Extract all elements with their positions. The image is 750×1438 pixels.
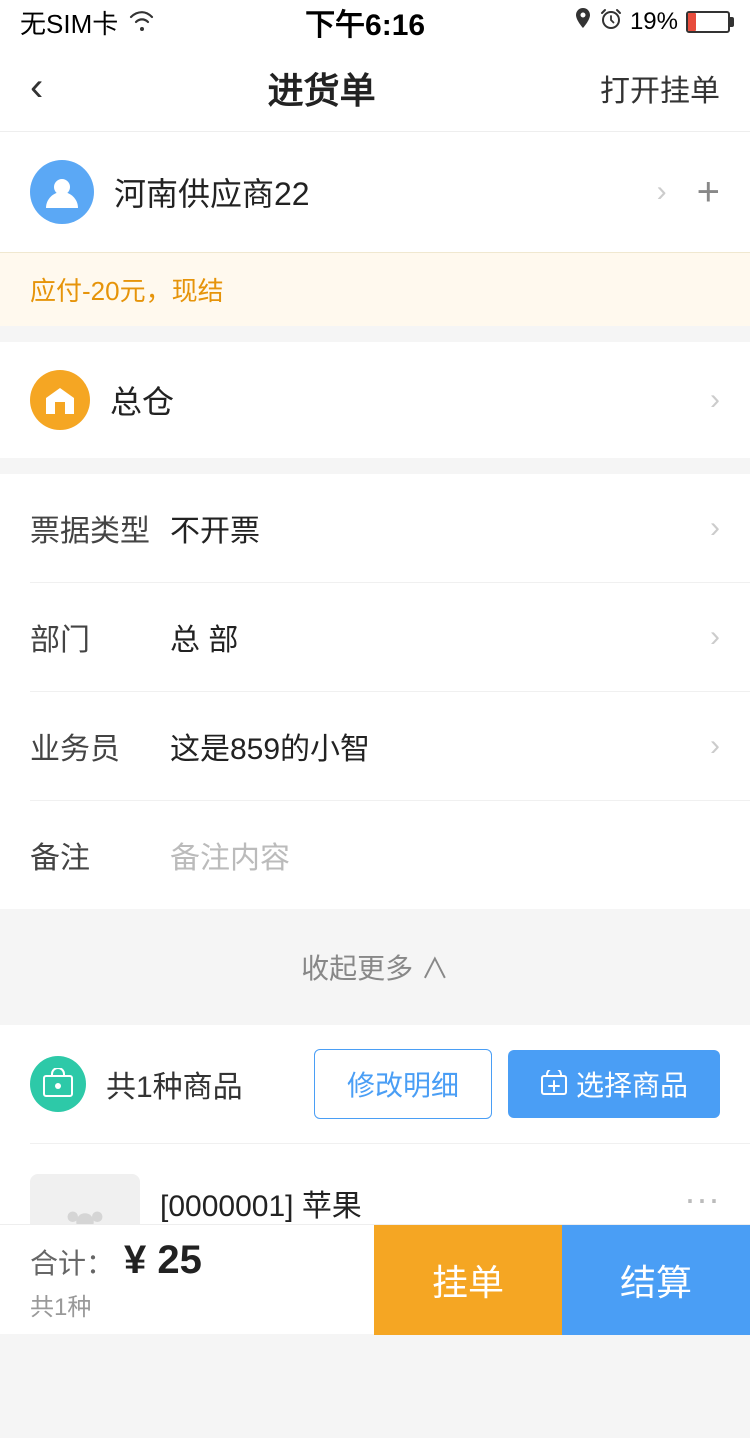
product-code: [0000001] [160, 1190, 293, 1223]
warehouse-row[interactable]: 总仓 › [0, 342, 750, 458]
products-header: 共1种商品 修改明细 选择商品 [0, 1025, 750, 1143]
department-label: 部门 [30, 615, 150, 659]
status-bar: 无SIM卡 下午6:16 19% [0, 0, 750, 44]
warehouse-icon [30, 370, 90, 430]
product-name: [0000001] 苹果 [160, 1181, 664, 1225]
hang-button[interactable]: 挂单 [374, 1225, 562, 1335]
select-product-label: 选择商品 [576, 1064, 688, 1104]
select-product-button[interactable]: 选择商品 [508, 1050, 720, 1118]
total-label: 合计： [30, 1242, 114, 1282]
supplier-arrow-icon: › [657, 175, 667, 209]
location-icon [574, 8, 592, 37]
product-title: 苹果 [302, 1190, 362, 1223]
ticket-type-row[interactable]: 票据类型 不开票 › [0, 474, 750, 582]
nav-bar: ‹ 进货单 打开挂单 [0, 44, 750, 132]
supplier-row[interactable]: 河南供应商22 › + [0, 132, 750, 252]
bottom-bar: 合计： ¥ 25 共1种 挂单 结算 [0, 1224, 750, 1334]
alarm-icon [600, 8, 622, 37]
supplier-notice: 应付-20元，现结 [0, 252, 750, 326]
warehouse-arrow-icon: › [710, 383, 720, 417]
back-button[interactable]: ‹ [30, 65, 43, 110]
modify-detail-button[interactable]: 修改明细 [314, 1049, 492, 1119]
salesperson-label: 业务员 [30, 724, 150, 768]
remark-label: 备注 [30, 833, 150, 877]
products-icon [30, 1056, 86, 1112]
ticket-type-label: 票据类型 [30, 506, 150, 550]
checkout-button[interactable]: 结算 [562, 1225, 750, 1335]
battery-icon [686, 11, 730, 33]
remark-placeholder: 备注内容 [150, 833, 720, 877]
status-left: 无SIM卡 [20, 4, 156, 41]
product-menu-button[interactable]: ··· [684, 1174, 720, 1220]
form-section: 票据类型 不开票 › 部门 总 部 › 业务员 这是859的小智 › 备注 备注… [0, 474, 750, 909]
carrier-label: 无SIM卡 [20, 4, 118, 41]
ticket-type-value: 不开票 [150, 506, 710, 550]
warehouse-section: 总仓 › [0, 342, 750, 458]
salesperson-row[interactable]: 业务员 这是859的小智 › [0, 692, 750, 800]
add-supplier-button[interactable]: + [697, 170, 720, 215]
wifi-icon [128, 7, 156, 38]
battery-percent: 19% [630, 8, 678, 36]
department-row[interactable]: 部门 总 部 › [0, 583, 750, 691]
warehouse-name: 总仓 [110, 377, 710, 423]
supplier-avatar [30, 160, 94, 224]
department-value: 总 部 [150, 615, 710, 659]
products-count: 共1种商品 [106, 1062, 314, 1106]
collapse-row[interactable]: 收起更多 ∧ [0, 925, 750, 1009]
status-right: 19% [574, 8, 730, 37]
supplier-name: 河南供应商22 [114, 169, 657, 215]
remark-row[interactable]: 备注 备注内容 [0, 801, 750, 909]
supplier-section: 河南供应商22 › + 应付-20元，现结 [0, 132, 750, 326]
department-arrow: › [710, 620, 720, 654]
total-amount: ¥ 25 [124, 1238, 202, 1283]
total-sub: 共1种 [30, 1287, 344, 1322]
salesperson-arrow: › [710, 729, 720, 763]
salesperson-value: 这是859的小智 [150, 724, 710, 768]
ticket-type-arrow: › [710, 511, 720, 545]
bottom-total: 合计： ¥ 25 共1种 [0, 1238, 374, 1322]
page-title: 进货单 [268, 62, 376, 114]
open-pending-button[interactable]: 打开挂单 [600, 66, 720, 110]
status-time: 下午6:16 [305, 0, 425, 44]
